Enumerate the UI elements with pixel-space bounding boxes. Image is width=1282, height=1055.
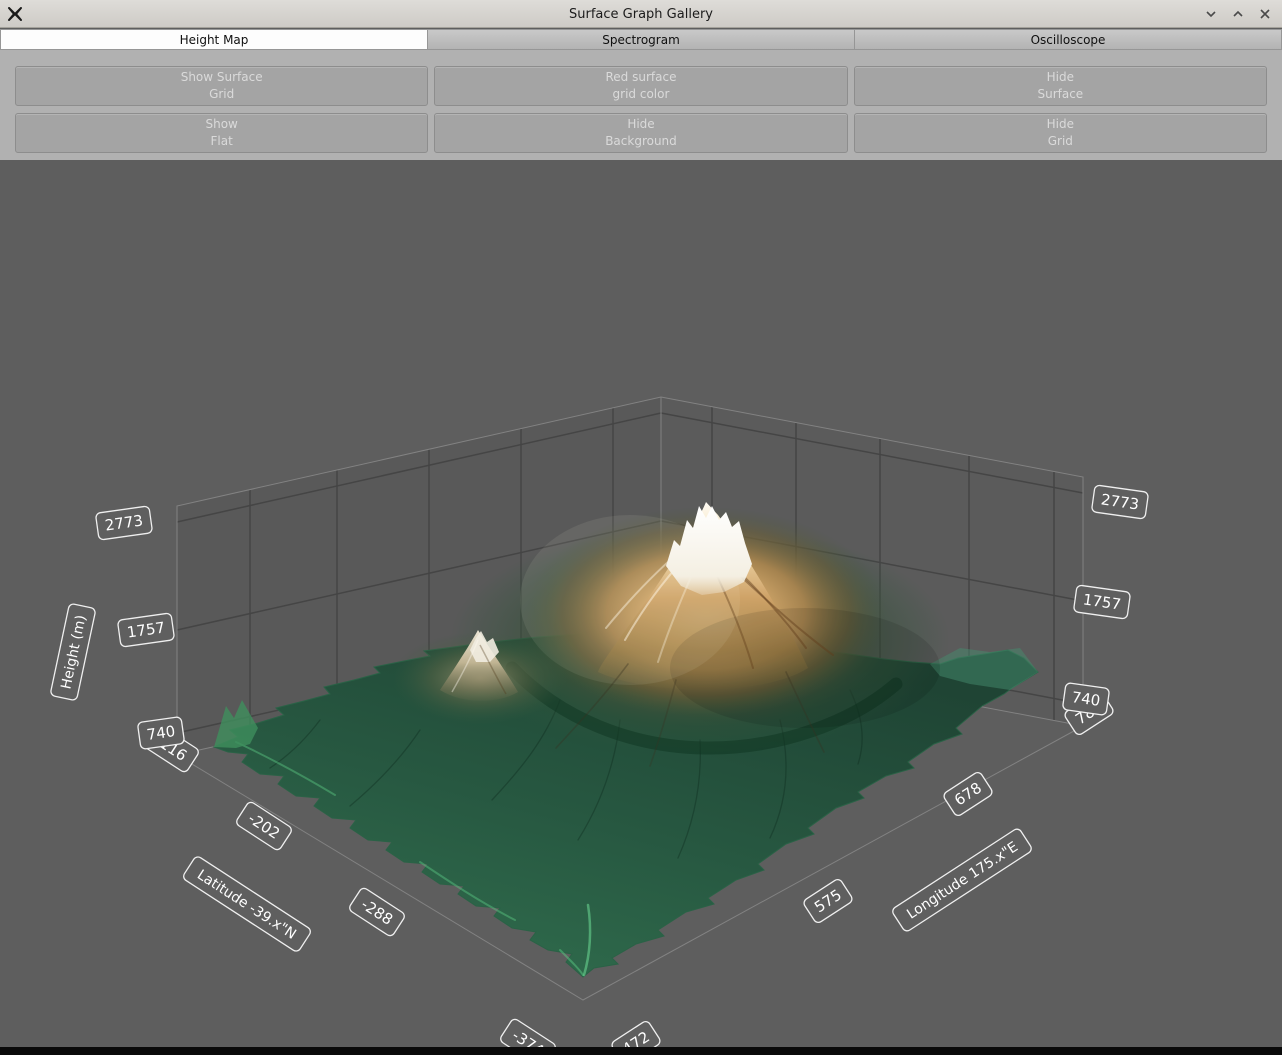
latitude-tick-badge: -202 (235, 801, 293, 852)
latitude-axis-title: Latitude -39.x"N (182, 855, 312, 953)
close-icon[interactable] (1256, 5, 1274, 23)
longitude-tick-badge: 678 (942, 771, 994, 818)
height-tick-badge: 2773 (1091, 485, 1148, 519)
height-tick-badge: 1757 (117, 613, 174, 647)
hide-background-button[interactable]: HideBackground (434, 113, 847, 153)
show-surface-grid-button[interactable]: Show SurfaceGrid (15, 66, 428, 106)
longitude-axis-title: Longitude 175.x"E (891, 827, 1033, 932)
svg-text:Longitude 175.x"E: Longitude 175.x"E (904, 839, 1021, 923)
latitude-tick-badge: -374 (499, 1018, 557, 1047)
latitude-tick-badge: -288 (348, 887, 406, 938)
show-flat-button[interactable]: ShowFlat (15, 113, 428, 153)
surface-plot-viewport[interactable]: -116 -202 -288 -374 Latitude -39.x"N (0, 160, 1282, 1047)
height-tick-badge: 2773 (95, 506, 152, 540)
maximize-icon[interactable] (1229, 5, 1247, 23)
svg-text:Latitude -39.x"N: Latitude -39.x"N (194, 867, 299, 943)
height-tick-badge: 740 (137, 717, 184, 750)
longitude-tick-badge: 575 (802, 878, 854, 925)
tab-bar: Height Map Spectrogram Oscilloscope (0, 29, 1282, 50)
tab-spectrogram[interactable]: Spectrogram (428, 29, 855, 50)
surface-grid-color-button[interactable]: Red surfacegrid color (434, 66, 847, 106)
height-tick-badge: 740 (1062, 683, 1109, 716)
window-controls (1202, 0, 1274, 28)
height-axis-title: Height (m) (50, 603, 96, 701)
hide-grid-button[interactable]: HideGrid (854, 113, 1267, 153)
hide-surface-button[interactable]: HideSurface (854, 66, 1267, 106)
app-window: Surface Graph Gallery Height Map Spectro… (0, 0, 1282, 1055)
window-title: Surface Graph Gallery (0, 0, 1282, 28)
controls-panel: Show SurfaceGrid Red surfacegrid color H… (0, 50, 1282, 160)
longitude-tick-badge: 472 (610, 1020, 662, 1047)
titlebar[interactable]: Surface Graph Gallery (0, 0, 1282, 28)
x11-app-icon (7, 6, 23, 22)
window-bottom-border (0, 1047, 1282, 1055)
tab-oscilloscope[interactable]: Oscilloscope (855, 29, 1282, 50)
minimize-icon[interactable] (1202, 5, 1220, 23)
tab-height-map[interactable]: Height Map (0, 29, 428, 50)
